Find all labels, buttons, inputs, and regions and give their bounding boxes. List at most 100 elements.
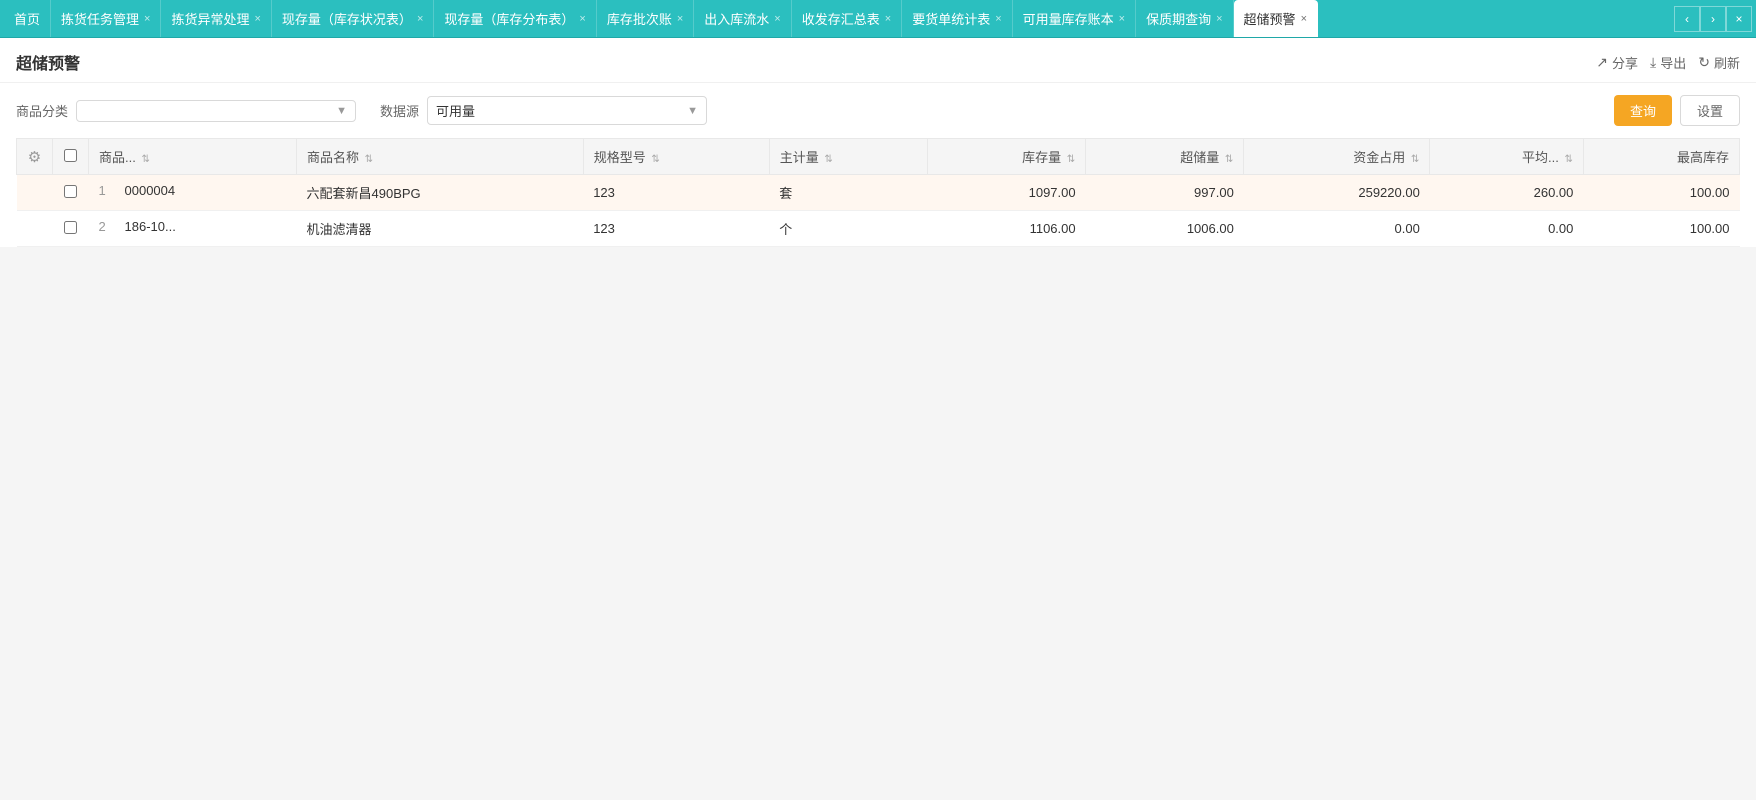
select-all-checkbox[interactable] [64,149,77,162]
spec-column-header[interactable]: 规格型号 ⇅ [583,139,769,175]
row-index: 1 [99,183,113,198]
data-source-label: 数据源 [380,101,419,120]
data-source-chevron-icon: ▼ [687,105,698,117]
nav-item-expiry[interactable]: 保质期查询 × [1136,0,1233,38]
nav-item-task[interactable]: 拣货任务管理 × [51,0,161,38]
export-button[interactable]: ⤓ 导出 [1650,53,1686,72]
table-body: 1 0000004 六配套新昌490BPG 123 套 1097.00 997.… [17,175,1740,247]
overstock-column-header[interactable]: 超储量 ⇅ [1086,139,1244,175]
nav-item-order-stat[interactable]: 要货单统计表 × [902,0,1012,38]
nav-prev-button[interactable]: ‹ [1674,6,1700,32]
nav-item-summary[interactable]: 收发存汇总表 × [792,0,902,38]
avg-label: 平均... [1522,150,1559,165]
nav-close-abnormal[interactable]: × [254,13,260,25]
row-overstock: 1006.00 [1086,211,1244,247]
capital-label: 资金占用 [1353,150,1405,165]
product-name-column-header[interactable]: 商品名称 ⇅ [297,139,584,175]
product-name-label: 商品名称 [307,150,359,165]
nav-item-home[interactable]: 首页 [4,0,51,38]
row-checkbox-cell[interactable] [53,211,89,247]
row-unit: 套 [769,175,927,211]
max-stock-label: 最高库存 [1677,150,1729,165]
refresh-label: 刷新 [1714,53,1740,72]
row-product-name: 机油滤清器 [297,211,584,247]
page-title: 超储预警 [16,50,80,74]
row-checkbox[interactable] [64,185,77,198]
avg-sort-icon: ⇅ [1564,154,1572,165]
overstock-table: ⚙ 商品... ⇅ 商品名称 ⇅ 规格型号 ⇅ [16,138,1740,247]
nav-close-expiry[interactable]: × [1216,13,1222,25]
nav-item-flow[interactable]: 出入库流水 × [694,0,791,38]
product-category-chevron-icon: ▼ [336,105,347,117]
nav-item-abnormal[interactable]: 拣货异常处理 × [161,0,271,38]
nav-item-batch[interactable]: 库存批次账 × [597,0,694,38]
nav-item-stock-status[interactable]: 现存量（库存状况表） × [272,0,434,38]
nav-close-stock-status[interactable]: × [417,13,423,25]
row-product-name: 六配套新昌490BPG [297,175,584,211]
unit-label: 主计量 [780,150,819,165]
filter-actions: 查询 设置 [1614,95,1740,126]
row-checkbox-cell[interactable] [53,175,89,211]
row-checkbox[interactable] [64,221,77,234]
row-capital: 259220.00 [1244,175,1430,211]
row-index: 2 [99,219,113,234]
row-product-code: 186-10... [125,219,176,234]
share-button[interactable]: ↗ 分享 [1596,53,1638,72]
product-category-select[interactable]: ▼ [76,100,356,122]
product-code-column-header[interactable]: 商品... ⇅ [89,139,297,175]
product-category-filter: 商品分类 ▼ [16,100,356,122]
stock-sort-icon: ⇅ [1067,154,1075,165]
avg-column-header[interactable]: 平均... ⇅ [1430,139,1584,175]
row-index-product: 1 0000004 [89,175,297,206]
row-stock: 1106.00 [927,211,1085,247]
nav-next-button[interactable]: › [1700,6,1726,32]
row-avg: 0.00 [1430,211,1584,247]
row-avg: 260.00 [1430,175,1584,211]
table-container: ⚙ 商品... ⇅ 商品名称 ⇅ 规格型号 ⇅ [0,138,1756,247]
nav-item-available[interactable]: 可用量库存账本 × [1013,0,1136,38]
table-header: ⚙ 商品... ⇅ 商品名称 ⇅ 规格型号 ⇅ [17,139,1740,175]
max-stock-column-header[interactable]: 最高库存 [1583,139,1739,175]
nav-close-summary[interactable]: × [885,13,891,25]
nav-item-stock-dist[interactable]: 现存量（库存分布表） × [434,0,596,38]
export-label: 导出 [1660,53,1686,72]
refresh-icon: ↻ [1698,54,1710,71]
gear-icon[interactable]: ⚙ [28,149,41,166]
capital-column-header[interactable]: 资金占用 ⇅ [1244,139,1430,175]
nav-close-button[interactable]: × [1726,6,1752,32]
top-navigation: 首页拣货任务管理 ×拣货异常处理 ×现存量（库存状况表） ×现存量（库存分布表）… [0,0,1756,38]
refresh-button[interactable]: ↻ 刷新 [1698,53,1740,72]
nav-close-task[interactable]: × [144,13,150,25]
unit-column-header[interactable]: 主计量 ⇅ [769,139,927,175]
header-actions: ↗ 分享 ⤓ 导出 ↻ 刷新 [1596,53,1740,72]
row-stock: 1097.00 [927,175,1085,211]
query-button[interactable]: 查询 [1614,95,1672,126]
checkbox-column-header[interactable] [53,139,89,175]
page-header: 超储预警 ↗ 分享 ⤓ 导出 ↻ 刷新 [0,38,1756,83]
nav-close-available[interactable]: × [1119,13,1125,25]
row-gear-cell [17,211,53,247]
data-source-select[interactable]: 可用量 ▼ [427,96,707,125]
nav-arrows: ‹ › × [1674,6,1752,32]
nav-close-order-stat[interactable]: × [995,13,1001,25]
data-source-filter: 数据源 可用量 ▼ [380,96,707,125]
table-row: 1 0000004 六配套新昌490BPG 123 套 1097.00 997.… [17,175,1740,211]
row-unit: 个 [769,211,927,247]
overstock-label: 超储量 [1180,150,1219,165]
share-label: 分享 [1612,53,1638,72]
nav-close-overstock[interactable]: × [1301,13,1307,25]
nav-item-overstock[interactable]: 超储预警 × [1234,0,1318,38]
gear-column-header[interactable]: ⚙ [17,139,53,175]
nav-close-flow[interactable]: × [774,13,780,25]
stock-column-header[interactable]: 库存量 ⇅ [927,139,1085,175]
row-max-stock: 100.00 [1583,211,1739,247]
export-icon: ⤓ [1650,54,1656,71]
row-overstock: 997.00 [1086,175,1244,211]
row-gear-cell [17,175,53,211]
nav-close-stock-dist[interactable]: × [579,13,585,25]
unit-sort-icon: ⇅ [824,154,832,165]
nav-close-batch[interactable]: × [677,13,683,25]
overstock-sort-icon: ⇅ [1225,154,1233,165]
settings-button[interactable]: 设置 [1680,95,1740,126]
product-code-sort-icon: ⇅ [141,154,149,165]
